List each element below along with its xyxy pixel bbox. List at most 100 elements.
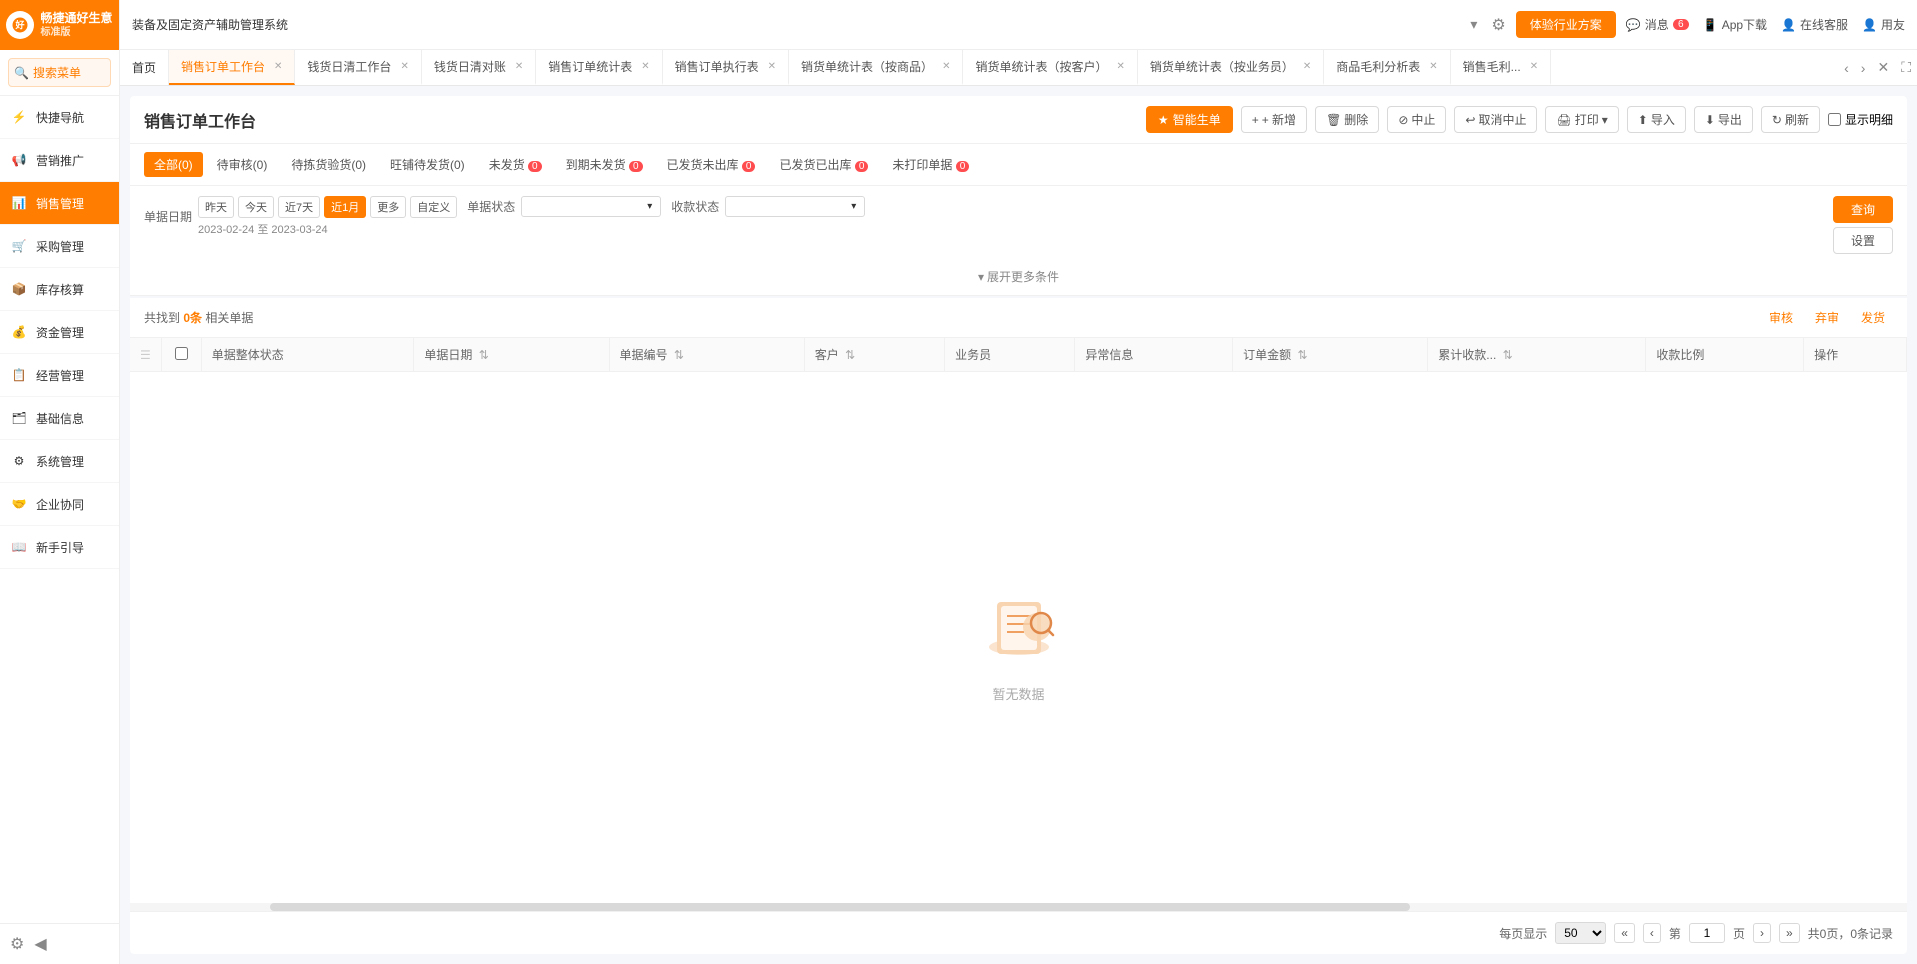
first-page-btn[interactable]: «	[1614, 923, 1635, 943]
add-button[interactable]: + + 新增	[1241, 106, 1307, 133]
sidebar-item-operations[interactable]: 📋 经营管理	[0, 354, 119, 397]
filter-tab-shipped-no-out[interactable]: 已发货未出库 0	[657, 152, 766, 177]
date-custom-btn[interactable]: 自定义	[410, 196, 457, 218]
sidebar-item-guide[interactable]: 📖 新手引导	[0, 526, 119, 569]
sidebar-item-quick-nav[interactable]: ⚡ 快捷导航	[0, 96, 119, 139]
tab-close-icon[interactable]: ✕	[274, 61, 282, 72]
tab-scroll-left-btn[interactable]: ‹	[1838, 60, 1855, 76]
tab-sales-product[interactable]: 销货单统计表（按商品） ✕	[789, 50, 963, 85]
col-actions: 操作	[1804, 338, 1907, 372]
tab-close-icon[interactable]: ✕	[768, 61, 776, 72]
sidebar-item-inventory[interactable]: 📦 库存核算	[0, 268, 119, 311]
batch-review-button[interactable]: 审核	[1761, 306, 1801, 329]
sidebar-item-marketing[interactable]: 📢 营销推广	[0, 139, 119, 182]
filter-tab-pending-pick[interactable]: 待拣货验货(0)	[281, 152, 376, 177]
col-amount[interactable]: 订单金额 ⇅	[1233, 338, 1428, 372]
purchase-icon: 🛒	[10, 237, 28, 255]
filter-tab-pending-review[interactable]: 待审核(0)	[207, 152, 278, 177]
date-7days-btn[interactable]: 近7天	[278, 196, 320, 218]
sidebar-item-finance[interactable]: 💰 资金管理	[0, 311, 119, 354]
date-more-btn[interactable]: 更多	[370, 196, 406, 218]
tab-sales-customer[interactable]: 销货单统计表（按客户） ✕	[963, 50, 1137, 85]
col-collected[interactable]: 累计收款... ⇅	[1428, 338, 1646, 372]
tab-cash-daily[interactable]: 钱货日清工作台 ✕	[295, 50, 421, 85]
tab-sales-gross[interactable]: 销售毛利... ✕	[1451, 50, 1551, 85]
set-conditions-button[interactable]: 设置	[1833, 227, 1893, 254]
col-date[interactable]: 单据日期 ⇅	[414, 338, 609, 372]
filter-tab-overdue-ship[interactable]: 到期未发货 0	[556, 152, 653, 177]
col-number[interactable]: 单据编号 ⇅	[609, 338, 804, 372]
delete-button[interactable]: 🗑 删除	[1315, 106, 1379, 133]
tab-close-icon[interactable]: ✕	[641, 61, 649, 72]
date-yesterday-btn[interactable]: 昨天	[198, 196, 234, 218]
search-menu-button[interactable]: 🔍 搜索菜单	[8, 58, 111, 87]
quick-nav-icon: ⚡	[10, 108, 28, 126]
per-page-select[interactable]: 50 10 20 100	[1555, 922, 1606, 944]
filter-tab-not-shipped[interactable]: 未发货 0	[479, 152, 552, 177]
tab-maximize-btn[interactable]: ⛶	[1895, 59, 1917, 76]
table-scroll-container[interactable]: ☰ 单据整体状态 单据日期 ⇅	[130, 338, 1907, 903]
tab-close-icon[interactable]: ✕	[400, 61, 408, 72]
show-detail-checkbox[interactable]	[1828, 113, 1841, 126]
show-detail-checkbox-label[interactable]: 显示明细	[1828, 111, 1893, 128]
sidebar-item-basic-info[interactable]: 🗂 基础信息	[0, 397, 119, 440]
industry-solution-button[interactable]: 体验行业方案	[1516, 11, 1616, 38]
dropdown-arrow-icon[interactable]: ▾	[1470, 16, 1477, 33]
sidebar-item-purchase[interactable]: 🛒 采购管理	[0, 225, 119, 268]
collapse-sidebar-icon[interactable]: ◀	[34, 934, 46, 954]
sort-icon: ⇅	[479, 348, 489, 362]
message-action[interactable]: 💬 消息 6	[1626, 16, 1689, 33]
tab-close-icon[interactable]: ✕	[1116, 61, 1124, 72]
tab-scroll-right-btn[interactable]: ›	[1855, 60, 1872, 76]
sidebar-item-enterprise[interactable]: 🤝 企业协同	[0, 483, 119, 526]
col-customer[interactable]: 客户 ⇅	[804, 338, 944, 372]
search-button[interactable]: 查询	[1833, 196, 1893, 223]
status-select[interactable]	[521, 196, 661, 217]
filter-tab-shop-pending[interactable]: 旺铺待发货(0)	[380, 152, 475, 177]
date-1month-btn[interactable]: 近1月	[324, 196, 366, 218]
settings-gear-icon[interactable]: ⚙	[1491, 15, 1505, 35]
sidebar-item-sales[interactable]: 📊 销售管理	[0, 182, 119, 225]
export-button[interactable]: ⬇ 导出	[1694, 106, 1753, 133]
filter-tab-not-printed[interactable]: 未打印单据 0	[882, 152, 979, 177]
cancel-abort-button[interactable]: ↩ 取消中止	[1454, 106, 1537, 133]
prev-page-btn[interactable]: ‹	[1643, 923, 1661, 943]
tab-home[interactable]: 首页	[120, 50, 169, 85]
tab-sales-exec[interactable]: 销售订单执行表 ✕	[663, 50, 789, 85]
tab-close-icon[interactable]: ✕	[1429, 61, 1437, 72]
tab-close-all-btn[interactable]: ✕	[1871, 59, 1895, 76]
tab-cash-reconcile[interactable]: 钱货日清对账 ✕	[422, 50, 536, 85]
logo-title: 畅捷通好生意	[40, 11, 112, 27]
smart-order-button[interactable]: ★ 智能生单	[1146, 106, 1233, 133]
page-number-input[interactable]	[1689, 923, 1725, 943]
batch-cancel-button[interactable]: 弃审	[1807, 306, 1847, 329]
tab-margin-analysis[interactable]: 商品毛利分析表 ✕	[1324, 50, 1450, 85]
tab-sales-stats[interactable]: 销售订单统计表 ✕	[536, 50, 662, 85]
horizontal-scrollbar[interactable]	[130, 903, 1907, 911]
refresh-button[interactable]: ↻ 刷新	[1761, 106, 1820, 133]
abort-button[interactable]: ⊘ 中止	[1387, 106, 1446, 133]
expand-conditions-button[interactable]: ▾ 展开更多条件	[978, 268, 1059, 285]
select-all-checkbox[interactable]	[175, 347, 188, 360]
user-action[interactable]: 👤 用友	[1862, 16, 1905, 33]
tab-close-icon[interactable]: ✕	[942, 61, 950, 72]
filter-tab-all[interactable]: 全部(0)	[144, 152, 203, 177]
next-page-btn[interactable]: ›	[1753, 923, 1771, 943]
tab-sales-workbench[interactable]: 销售订单工作台 ✕	[169, 50, 295, 85]
import-button[interactable]: ⬆ 导入	[1627, 106, 1686, 133]
sidebar-item-system[interactable]: ⚙ 系统管理	[0, 440, 119, 483]
tab-close-icon[interactable]: ✕	[1530, 61, 1538, 72]
last-page-btn[interactable]: »	[1779, 923, 1800, 943]
date-today-btn[interactable]: 今天	[238, 196, 274, 218]
scrollbar-thumb[interactable]	[270, 903, 1410, 911]
tab-close-icon[interactable]: ✕	[515, 61, 523, 72]
filter-tab-shipped-out[interactable]: 已发货已出库 0	[769, 152, 878, 177]
app-download-action[interactable]: 📱 App下载	[1703, 16, 1767, 33]
print-button[interactable]: 🖨 打印 ▾	[1545, 106, 1618, 133]
tab-sales-staff[interactable]: 销货单统计表（按业务员） ✕	[1138, 50, 1324, 85]
settings-icon[interactable]: ⚙	[10, 934, 24, 954]
online-service-action[interactable]: 👤 在线客服	[1781, 16, 1848, 33]
payment-select[interactable]	[725, 196, 865, 217]
batch-send-button[interactable]: 发货	[1853, 306, 1893, 329]
tab-close-icon[interactable]: ✕	[1303, 61, 1311, 72]
